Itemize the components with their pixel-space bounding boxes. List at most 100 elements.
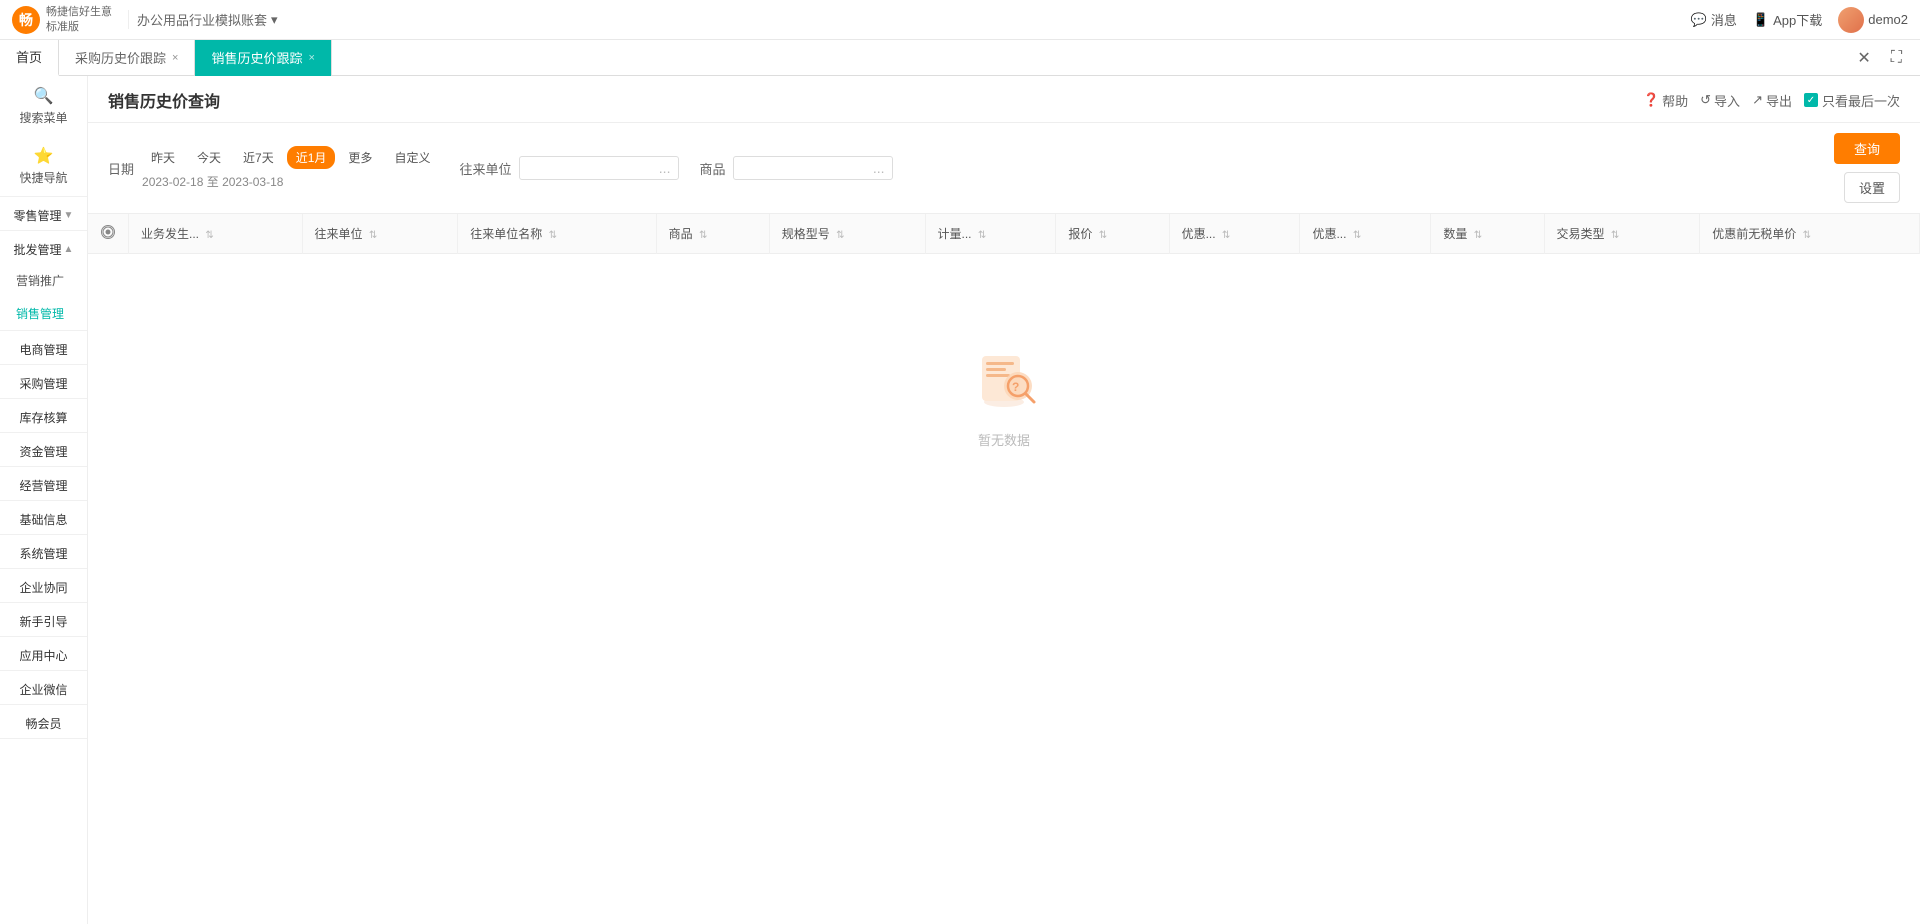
sort-arrows-biz-date: ⇅ — [205, 230, 213, 241]
sidebar-item-member[interactable]: 畅会员 — [0, 705, 87, 738]
sidebar-item-wechat[interactable]: 企业微信 — [0, 671, 87, 704]
col-quantity[interactable]: 数量 ⇅ — [1431, 214, 1544, 254]
sidebar-purchase-section: 采购管理 — [0, 365, 87, 399]
sort-arrows-price: ⇅ — [1099, 230, 1107, 241]
date-btn-custom[interactable]: 自定义 — [385, 146, 439, 169]
tab-home[interactable]: 首页 — [0, 40, 59, 76]
sidebar-item-sales[interactable]: 销售管理 — [0, 297, 87, 330]
partner-filter-input[interactable]: ... — [519, 156, 679, 180]
only-last-checkbox[interactable]: ✓ — [1804, 93, 1818, 107]
col-unit[interactable]: 计量... ⇅ — [925, 214, 1056, 254]
sidebar-item-inventory[interactable]: 库存核算 — [0, 399, 87, 432]
sort-arrows-partner-code: ⇅ — [369, 230, 377, 241]
sidebar-item-marketing[interactable]: 营销推广 — [0, 264, 87, 297]
sidebar-item-wholesale[interactable]: 批发管理 ▲ — [0, 231, 87, 264]
date-btn-7days[interactable]: 近7天 — [234, 146, 283, 169]
sort-arrows-discount1: ⇅ — [1222, 230, 1230, 241]
logo-text: 畅捷信好生意 标准版 — [46, 5, 112, 34]
partner-input-placeholder — [528, 161, 658, 176]
query-button[interactable]: 查询 — [1834, 133, 1900, 164]
sidebar-item-shortcut[interactable]: ⭐ 快捷导航 — [0, 136, 87, 196]
sort-arrows-pretax-price: ⇅ — [1803, 230, 1811, 241]
export-icon: ↗ — [1752, 92, 1763, 108]
date-btn-more[interactable]: 更多 — [339, 146, 381, 169]
star-icon: ⭐ — [34, 146, 54, 166]
date-filter-label: 日期 — [108, 159, 134, 178]
sidebar-item-enterprise[interactable]: 企业协同 — [0, 569, 87, 602]
close-tab1-button[interactable]: × — [172, 52, 178, 64]
logo-area: 畅 畅捷信好生意 标准版 — [12, 5, 112, 34]
sidebar-basic-section: 基础信息 — [0, 501, 87, 535]
sidebar-item-retail[interactable]: 零售管理 ▼ — [0, 197, 87, 230]
empty-icon: ? — [964, 334, 1044, 414]
product-filter-label: 商品 — [699, 159, 725, 178]
col-discount2[interactable]: 优惠... ⇅ — [1300, 214, 1431, 254]
sidebar-item-business[interactable]: 经营管理 — [0, 467, 87, 500]
sidebar-item-purchase[interactable]: 采购管理 — [0, 365, 87, 398]
close-window-button[interactable]: ✕ — [1851, 46, 1876, 70]
sidebar-item-guide[interactable]: 新手引导 — [0, 603, 87, 636]
import-button[interactable]: ↺ 导入 — [1700, 91, 1740, 110]
col-pretax-price[interactable]: 优惠前无税单价 ⇅ — [1700, 214, 1920, 254]
filter-bar: 日期 昨天 今天 近7天 近1月 更多 自定义 2023-02-18 至 202… — [88, 123, 1920, 214]
col-spec[interactable]: 规格型号 ⇅ — [769, 214, 925, 254]
message-button[interactable]: 💬 消息 — [1691, 10, 1737, 29]
tab-purchase-history[interactable]: 采购历史价跟踪 × — [59, 40, 195, 76]
sidebar-business-section: 经营管理 — [0, 467, 87, 501]
export-button[interactable]: ↗ 导出 — [1752, 91, 1792, 110]
sort-arrows-quantity: ⇅ — [1474, 230, 1482, 241]
date-btn-yesterday[interactable]: 昨天 — [142, 146, 184, 169]
tab-sales-history[interactable]: 销售历史价跟踪 × — [195, 40, 331, 76]
message-icon: 💬 — [1691, 12, 1707, 28]
col-product[interactable]: 商品 ⇅ — [656, 214, 769, 254]
col-trade-type[interactable]: 交易类型 ⇅ — [1544, 214, 1700, 254]
app-selector[interactable]: 办公用品行业模拟账套 ▾ — [128, 10, 286, 29]
import-icon: ↺ — [1700, 92, 1711, 108]
top-bar-right: 💬 消息 📱 App下载 demo2 — [1691, 7, 1908, 33]
sidebar-enterprise-section: 企业协同 — [0, 569, 87, 603]
page-header-actions: ❓ 帮助 ↺ 导入 ↗ 导出 ✓ 只看最后一次 — [1643, 91, 1900, 110]
date-btn-today[interactable]: 今天 — [188, 146, 230, 169]
col-partner-name[interactable]: 往来单位名称 ⇅ — [458, 214, 656, 254]
date-shortcuts: 昨天 今天 近7天 近1月 更多 自定义 — [142, 146, 439, 169]
sidebar-item-ecommerce[interactable]: 电商管理 — [0, 331, 87, 364]
sidebar-top-section: 🔍 搜索菜单 ⭐ 快捷导航 — [0, 76, 87, 197]
sidebar-wechat-section: 企业微信 — [0, 671, 87, 705]
page-header: 销售历史价查询 ❓ 帮助 ↺ 导入 ↗ 导出 ✓ 只看最后一次 — [88, 76, 1920, 123]
only-last-checkbox-label[interactable]: ✓ 只看最后一次 — [1804, 91, 1900, 110]
chevron-down-icon: ▼ — [64, 210, 74, 221]
date-filter-group: 日期 昨天 今天 近7天 近1月 更多 自定义 2023-02-18 至 202… — [108, 146, 439, 190]
main-layout: 🔍 搜索菜单 ⭐ 快捷导航 零售管理 ▼ 批发管理 ▲ 营销推广 销售 — [0, 76, 1920, 924]
col-price[interactable]: 报价 ⇅ — [1056, 214, 1169, 254]
col-biz-date[interactable]: 业务发生... ⇅ — [129, 214, 303, 254]
app-download-button[interactable]: 📱 App下载 — [1753, 10, 1822, 29]
sort-arrows-spec: ⇅ — [836, 230, 844, 241]
product-filter-input[interactable]: ... — [733, 156, 893, 180]
col-partner-code[interactable]: 往来单位 ⇅ — [302, 214, 458, 254]
col-discount1[interactable]: 优惠... ⇅ — [1169, 214, 1300, 254]
date-btn-1month[interactable]: 近1月 — [287, 146, 336, 169]
product-input-dots: ... — [873, 160, 885, 176]
help-button[interactable]: ❓ 帮助 — [1643, 91, 1688, 110]
settings-button[interactable]: 设置 — [1844, 172, 1900, 203]
logo-icon: 畅 — [12, 6, 40, 34]
sidebar-member-section: 畅会员 — [0, 705, 87, 739]
col-settings[interactable] — [88, 214, 129, 254]
partner-filter-group: 往来单位 ... — [459, 156, 679, 180]
sort-arrows-product: ⇅ — [699, 230, 707, 241]
close-tab2-button[interactable]: × — [308, 52, 314, 64]
sidebar-item-finance[interactable]: 资金管理 — [0, 433, 87, 466]
sidebar-item-search[interactable]: 🔍 搜索菜单 — [0, 76, 87, 136]
product-filter-group: 商品 ... — [699, 156, 893, 180]
sidebar-item-appstore[interactable]: 应用中心 — [0, 637, 87, 670]
sidebar-ecommerce-section: 电商管理 — [0, 331, 87, 365]
table-container: 业务发生... ⇅ 往来单位 ⇅ 往来单位名称 ⇅ 商品 — [88, 214, 1920, 924]
user-avatar-button[interactable]: demo2 — [1838, 7, 1908, 33]
data-table: 业务发生... ⇅ 往来单位 ⇅ 往来单位名称 ⇅ 商品 — [88, 214, 1920, 254]
sidebar-system-section: 系统管理 — [0, 535, 87, 569]
avatar — [1838, 7, 1864, 33]
sort-arrows-discount2: ⇅ — [1353, 230, 1361, 241]
sidebar-item-basic[interactable]: 基础信息 — [0, 501, 87, 534]
maximize-window-button[interactable]: ⛶ — [1885, 47, 1908, 69]
sidebar-item-system[interactable]: 系统管理 — [0, 535, 87, 568]
